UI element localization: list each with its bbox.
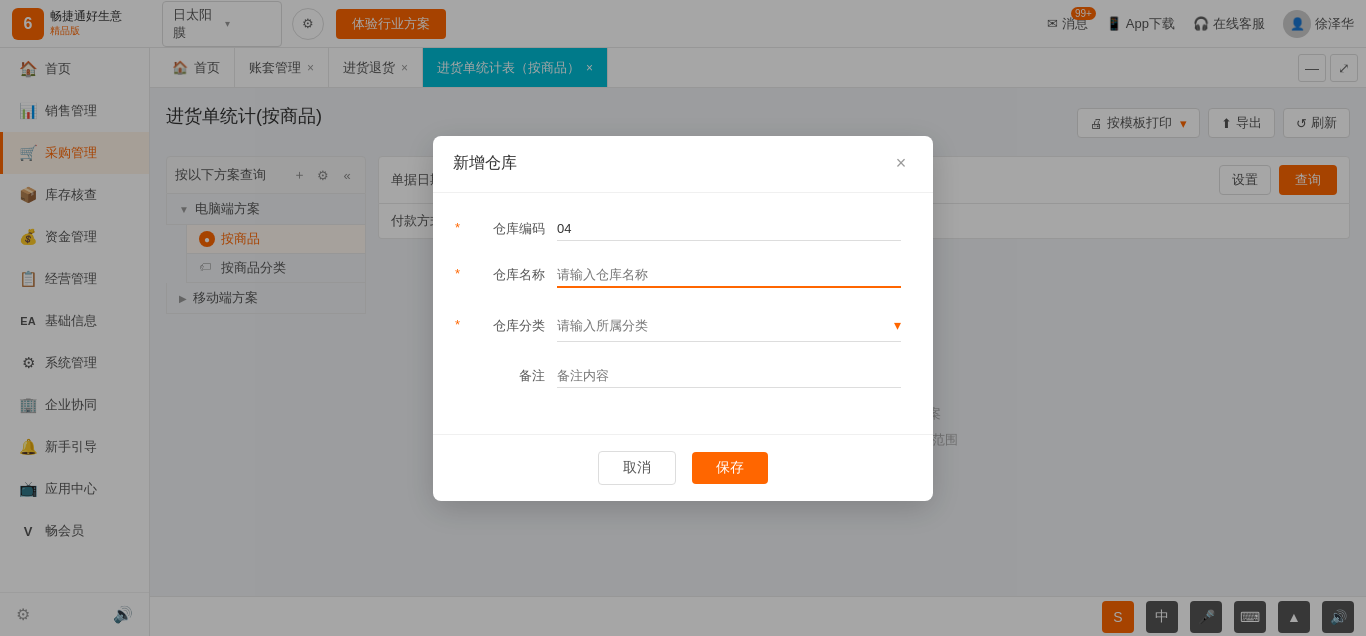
category-dropdown-icon[interactable]: ▾ [894,317,901,333]
form-row-note: 备注 [465,364,901,388]
note-input[interactable] [557,364,901,388]
code-label: 仓库编码 [465,220,545,238]
modal-header: 新增仓库 × [433,136,933,193]
form-row-category: 仓库分类 ▾ [465,310,901,342]
form-row-code: 仓库编码 [465,217,901,241]
modal-body: 仓库编码 仓库名称 仓库分类 ▾ 备注 [433,193,933,434]
name-input[interactable] [557,263,901,288]
modal-close-button[interactable]: × [889,152,913,176]
modal-title: 新增仓库 [453,153,517,174]
category-select-wrapper: ▾ [557,310,901,342]
modal-footer: 取消 保存 [433,434,933,501]
code-input[interactable] [557,217,901,241]
category-input[interactable] [557,314,894,337]
note-label: 备注 [465,367,545,385]
save-button[interactable]: 保存 [692,452,768,484]
close-icon: × [896,153,907,174]
cancel-button[interactable]: 取消 [598,451,676,485]
form-row-name: 仓库名称 [465,263,901,288]
modal-overlay: 新增仓库 × 仓库编码 仓库名称 仓库分类 ▾ [0,0,1366,636]
category-label: 仓库分类 [465,317,545,335]
modal-new-warehouse: 新增仓库 × 仓库编码 仓库名称 仓库分类 ▾ [433,136,933,501]
name-label: 仓库名称 [465,266,545,284]
